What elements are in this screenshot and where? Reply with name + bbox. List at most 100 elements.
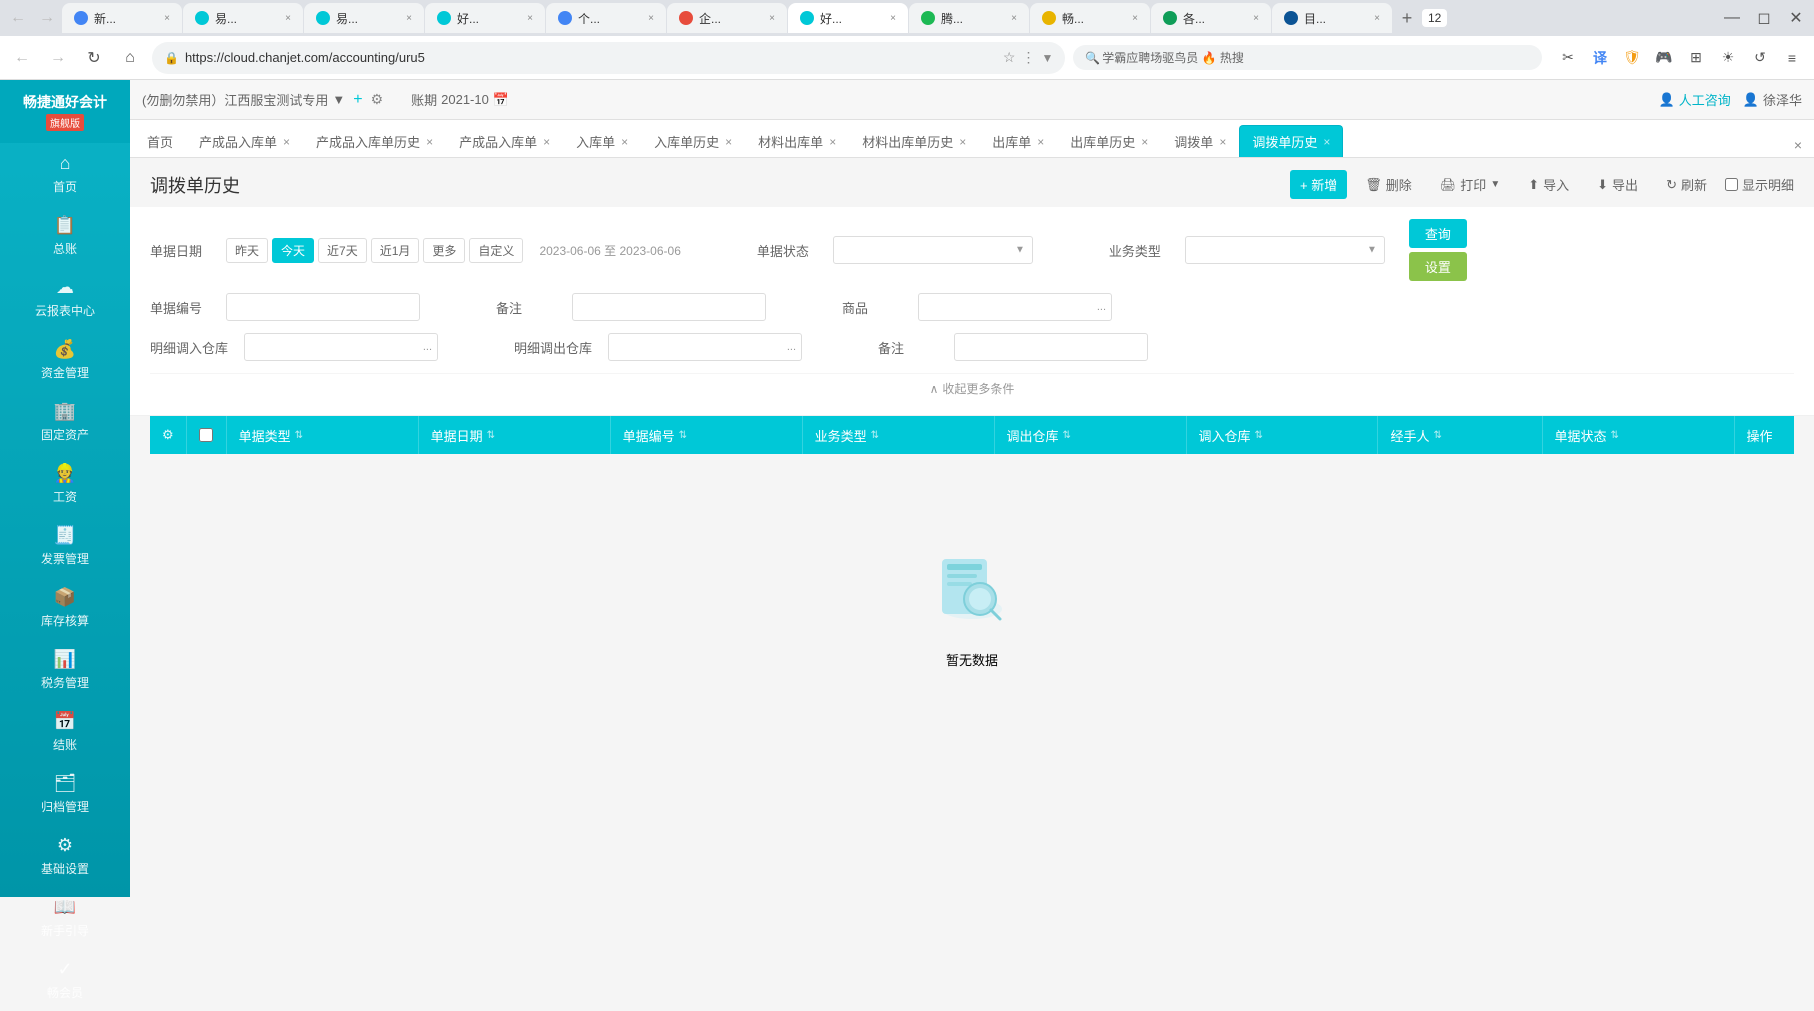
user-menu[interactable]: 👤 徐泽华	[1743, 90, 1802, 109]
tab-close-t6[interactable]: ×	[769, 13, 775, 24]
date-btn-yesterday[interactable]: 昨天	[226, 238, 268, 263]
browser-tab-t8[interactable]: 腾... ×	[909, 3, 1029, 33]
menu-icon[interactable]: ⋮	[1021, 49, 1035, 66]
remark-input[interactable]	[572, 293, 766, 321]
detail-in-input[interactable]	[244, 333, 438, 361]
service-button[interactable]: 👤 人工咨询	[1659, 90, 1731, 109]
tab-home[interactable]: 首页	[134, 125, 186, 157]
game-ext[interactable]: 🎮	[1650, 44, 1678, 72]
tab-close-t11[interactable]: ×	[1374, 13, 1380, 24]
tab-close-t2[interactable]: ×	[285, 13, 291, 24]
browser-tab-t1[interactable]: 新... ×	[62, 3, 182, 33]
add-company-button[interactable]: +	[353, 91, 362, 109]
table-settings-icon[interactable]: ⚙	[162, 427, 174, 443]
tab-close-in-hist[interactable]: ×	[725, 135, 732, 149]
status-select[interactable]	[833, 236, 1033, 264]
collapse-button[interactable]: ∧ 收起更多条件	[930, 380, 1015, 397]
doc-no-input[interactable]	[226, 293, 420, 321]
new-tab-button[interactable]: +	[1393, 4, 1421, 32]
close-window-button[interactable]: ✕	[1782, 4, 1810, 32]
tab-mat-out[interactable]: 材料出库单 ×	[745, 125, 849, 157]
nav-back[interactable]: ←	[8, 44, 36, 72]
sidebar-item-tax[interactable]: 📊 税务管理	[0, 639, 130, 701]
th-type-sortable[interactable]: 单据类型 ⇅	[239, 426, 406, 445]
date-btn-week[interactable]: 近7天	[318, 238, 367, 263]
tab-transfer-hist[interactable]: 调拨单历史 ×	[1239, 125, 1343, 157]
tab-close-t1[interactable]: ×	[164, 13, 170, 24]
refresh-button[interactable]: ↻ 刷新	[1656, 170, 1717, 199]
detail-in-more-icon[interactable]: ...	[423, 341, 432, 353]
brightness-ext[interactable]: ☀	[1714, 44, 1742, 72]
export-button[interactable]: ⬇ 导出	[1587, 170, 1648, 199]
sidebar-item-fund[interactable]: 💰 资金管理	[0, 329, 130, 391]
sidebar-item-wage[interactable]: 👷 工资	[0, 453, 130, 515]
tab-close-prod-in-hist[interactable]: ×	[426, 135, 433, 149]
translate-ext[interactable]: 译	[1586, 44, 1614, 72]
minimize-button[interactable]: —	[1718, 4, 1746, 32]
undo-ext[interactable]: ↺	[1746, 44, 1774, 72]
select-all-checkbox[interactable]	[199, 428, 213, 442]
sidebar-item-asset[interactable]: 🏢 固定资产	[0, 391, 130, 453]
back-button[interactable]: ←	[4, 4, 32, 32]
sidebar-item-ledger[interactable]: 📋 总账	[0, 205, 130, 267]
detail-remark-input[interactable]	[954, 333, 1148, 361]
close-all-tabs-button[interactable]: ×	[1786, 133, 1810, 157]
tab-prod-in2[interactable]: 产成品入库单 ×	[446, 125, 563, 157]
company-selector[interactable]: (勿删勿禁用）江西服宝测试专用 ▼	[142, 90, 345, 109]
tab-in-store[interactable]: 入库单 ×	[563, 125, 641, 157]
more-ext[interactable]: ≡	[1778, 44, 1806, 72]
forward-button[interactable]: →	[33, 4, 61, 32]
tab-transfer[interactable]: 调拨单 ×	[1161, 125, 1239, 157]
new-button[interactable]: + 新增	[1290, 170, 1347, 199]
tab-prod-in-hist[interactable]: 产成品入库单历史 ×	[303, 125, 446, 157]
th-biz-sortable[interactable]: 业务类型 ⇅	[815, 426, 982, 445]
tab-close-t5[interactable]: ×	[648, 13, 654, 24]
sidebar-item-archive[interactable]: 🗂 归档管理	[0, 763, 130, 825]
shield-ext[interactable]: 🛡	[1618, 44, 1646, 72]
sidebar-item-settings[interactable]: ⚙ 基础设置	[0, 825, 130, 887]
detail-out-input[interactable]	[608, 333, 802, 361]
browser-tab-t3[interactable]: 易... ×	[304, 3, 424, 33]
browser-tab-t10[interactable]: 各... ×	[1151, 3, 1271, 33]
tab-close-t3[interactable]: ×	[406, 13, 412, 24]
tab-close-mat-out-hist[interactable]: ×	[959, 135, 966, 149]
th-date-sortable[interactable]: 单据日期 ⇅	[431, 426, 598, 445]
browser-tab-t9[interactable]: 畅... ×	[1030, 3, 1150, 33]
tab-close-t8[interactable]: ×	[1011, 13, 1017, 24]
th-status-sortable[interactable]: 单据状态 ⇅	[1555, 426, 1722, 445]
tab-close-t9[interactable]: ×	[1132, 13, 1138, 24]
expand-icon[interactable]: ▼	[1041, 51, 1053, 65]
tab-close-t10[interactable]: ×	[1253, 13, 1259, 24]
sidebar-item-invoice[interactable]: 🧾 发票管理	[0, 515, 130, 577]
th-out-wh-sortable[interactable]: 调出仓库 ⇅	[1007, 426, 1174, 445]
bookmark-icon[interactable]: ☆	[1003, 49, 1016, 66]
query-button[interactable]: 查询	[1409, 219, 1467, 248]
tab-close-transfer-hist[interactable]: ×	[1323, 135, 1330, 149]
company-settings-button[interactable]: ⚙	[371, 91, 384, 108]
tab-close-prod-in2[interactable]: ×	[543, 135, 550, 149]
maximize-button[interactable]: ◻	[1750, 4, 1778, 32]
print-button[interactable]: 🖨 打印 ▼	[1430, 170, 1510, 199]
sidebar-item-stock[interactable]: 📦 库存核算	[0, 577, 130, 639]
tab-close-out-store[interactable]: ×	[1037, 135, 1044, 149]
browser-tab-t7[interactable]: 好... ×	[788, 3, 908, 33]
browser-tab-t11[interactable]: 目... ×	[1272, 3, 1392, 33]
tab-in-hist[interactable]: 入库单历史 ×	[641, 125, 745, 157]
scissors-ext[interactable]: ✂	[1554, 44, 1582, 72]
period-selector[interactable]: 账期 2021-10 📅	[411, 90, 509, 109]
browser-tab-t2[interactable]: 易... ×	[183, 3, 303, 33]
url-bar[interactable]: 🔒 https://cloud.chanjet.com/accounting/u…	[152, 42, 1065, 74]
detail-out-more-icon[interactable]: ...	[787, 341, 796, 353]
date-btn-custom[interactable]: 自定义	[469, 238, 523, 263]
sidebar-item-close[interactable]: 📅 结账	[0, 701, 130, 763]
sidebar-item-report[interactable]: ☁ 云报表中心	[0, 267, 130, 329]
tab-close-out-hist[interactable]: ×	[1141, 135, 1148, 149]
browser-tab-t6[interactable]: 企... ×	[667, 3, 787, 33]
tab-out-hist[interactable]: 出库单历史 ×	[1057, 125, 1161, 157]
display-cols-checkbox[interactable]	[1725, 178, 1738, 191]
goods-input[interactable]	[918, 293, 1112, 321]
sidebar-item-guide[interactable]: 📖 新手引导	[0, 887, 130, 949]
import-button[interactable]: ⬆ 导入	[1518, 170, 1579, 199]
tab-prod-in[interactable]: 产成品入库单 ×	[186, 125, 303, 157]
tab-out-store[interactable]: 出库单 ×	[979, 125, 1057, 157]
